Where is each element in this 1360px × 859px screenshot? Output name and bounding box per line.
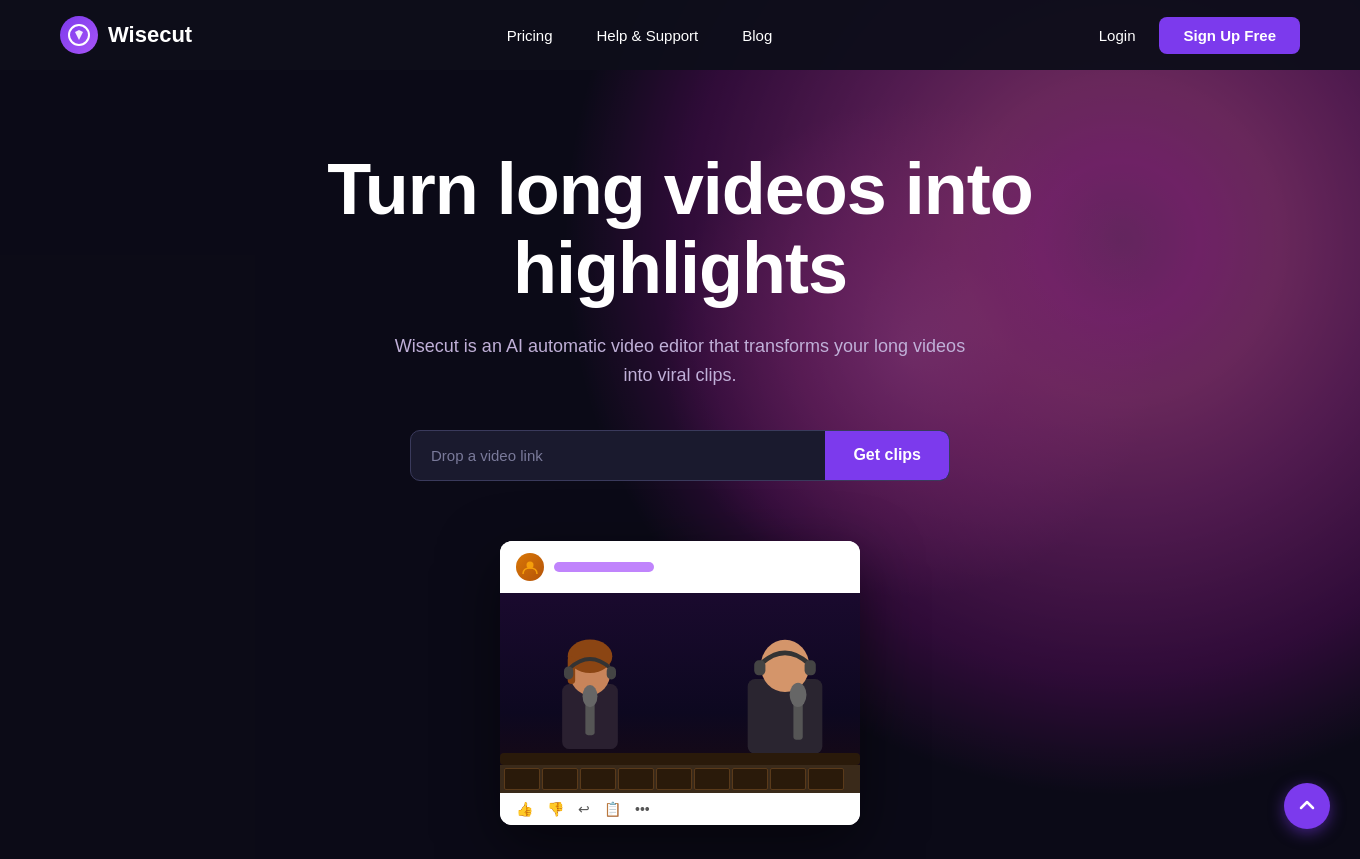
filmstrip-frame (580, 768, 616, 790)
hero-section: Turn long videos into highlights Wisecut… (0, 70, 1360, 825)
copy-icon[interactable]: 📋 (604, 801, 621, 817)
share-icon[interactable]: ↩ (578, 801, 590, 817)
nav-pricing[interactable]: Pricing (489, 19, 571, 52)
filmstrip-frame (808, 768, 844, 790)
svg-point-9 (583, 685, 598, 707)
scroll-to-top-button[interactable] (1284, 783, 1330, 829)
filmstrip-frame (770, 768, 806, 790)
nav-blog[interactable]: Blog (724, 19, 790, 52)
video-thumbnail (500, 593, 860, 793)
video-preview-card: 👍 👎 ↩ 📋 ••• (500, 541, 860, 825)
signup-button[interactable]: Sign Up Free (1159, 17, 1300, 54)
podcast-scene (500, 593, 860, 793)
filmstrip-frame (732, 768, 768, 790)
more-icon[interactable]: ••• (635, 801, 650, 817)
hero-title: Turn long videos into highlights (180, 150, 1180, 308)
dislike-icon[interactable]: 👎 (547, 801, 564, 817)
svg-rect-7 (607, 666, 616, 679)
chevron-up-icon (1297, 795, 1317, 818)
desk (500, 753, 860, 765)
video-link-input[interactable] (411, 431, 825, 480)
nav-help-support[interactable]: Help & Support (579, 19, 717, 52)
logo-link[interactable]: Wisecut (60, 16, 192, 54)
svg-point-15 (790, 683, 807, 707)
filmstrip-frame (542, 768, 578, 790)
filmstrip-frame (656, 768, 692, 790)
nav-actions: Login Sign Up Free (1087, 17, 1300, 54)
login-link[interactable]: Login (1087, 19, 1148, 52)
get-clips-button[interactable]: Get clips (825, 431, 949, 480)
navbar: Wisecut Pricing Help & Support Blog Logi… (0, 0, 1360, 70)
filmstrip-frames (500, 766, 848, 792)
svg-rect-6 (564, 666, 573, 679)
filmstrip (500, 765, 860, 793)
filmstrip-frame (618, 768, 654, 790)
filmstrip-frame (504, 768, 540, 790)
person-right (730, 623, 840, 763)
cta-container: Get clips (410, 430, 950, 481)
person-left (540, 633, 640, 763)
logo-icon (60, 16, 98, 54)
filmstrip-frame (694, 768, 730, 790)
svg-rect-12 (754, 660, 765, 675)
avatar (516, 553, 544, 581)
nav-links: Pricing Help & Support Blog (489, 19, 791, 52)
video-actions: 👍 👎 ↩ 📋 ••• (500, 793, 860, 825)
username-bar (554, 562, 654, 572)
video-card-header (500, 541, 860, 593)
logo-text: Wisecut (108, 22, 192, 48)
svg-rect-13 (805, 660, 816, 675)
hero-subtitle: Wisecut is an AI automatic video editor … (380, 332, 980, 390)
like-icon[interactable]: 👍 (516, 801, 533, 817)
